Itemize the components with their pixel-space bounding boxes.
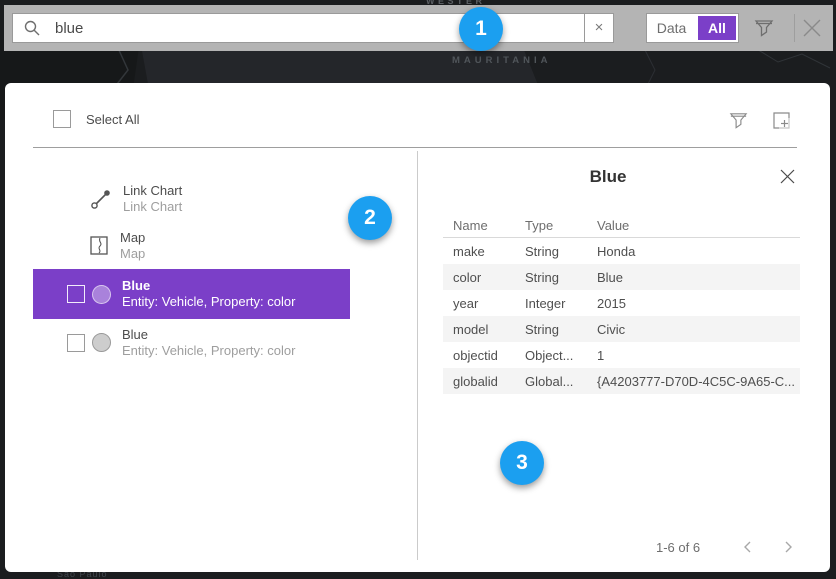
- header-divider: [33, 147, 797, 148]
- item-title: Link Chart: [123, 183, 182, 199]
- link-chart-icon: [90, 188, 112, 210]
- annotation-badge-1: 1: [459, 7, 503, 51]
- table-row: colorStringBlue: [443, 264, 800, 290]
- cell-type: String: [515, 322, 587, 337]
- column-header-value: Value: [587, 218, 800, 233]
- item-title: Blue: [122, 327, 295, 343]
- details-title: Blue: [418, 167, 798, 187]
- toolbar-divider: [794, 14, 795, 42]
- cell-name: year: [443, 296, 515, 311]
- table-row: globalidGlobal...{A4203777-D70D-4C5C-9A6…: [443, 368, 800, 394]
- cell-value: Blue: [587, 270, 800, 285]
- results-filter-icon[interactable]: [728, 110, 749, 131]
- list-item-blue-2[interactable]: BlueEntity: Vehicle, Property: color: [33, 269, 350, 319]
- cell-type: String: [515, 270, 587, 285]
- cell-value: 1: [587, 348, 800, 363]
- close-details-icon[interactable]: [777, 168, 797, 188]
- entity-circle-icon: [92, 285, 111, 304]
- cell-value: Honda: [587, 244, 800, 259]
- add-selection-icon[interactable]: [771, 110, 793, 132]
- cell-name: objectid: [443, 348, 515, 363]
- list-item-map-1[interactable]: MapMap: [33, 222, 353, 269]
- search-toolbar: × Data All: [4, 5, 833, 51]
- table-row: makeStringHonda: [443, 238, 800, 264]
- cell-value: {A4203777-D70D-4C5C-9A65-C...: [587, 374, 800, 389]
- item-subtitle: Map: [120, 246, 145, 262]
- item-title: Map: [120, 230, 145, 246]
- list-details-divider: [417, 151, 418, 560]
- column-header-type: Type: [515, 218, 587, 233]
- select-all-checkbox[interactable]: [53, 110, 71, 128]
- cell-name: model: [443, 322, 515, 337]
- cell-value: 2015: [587, 296, 800, 311]
- map-label-mauritania: MAURITANIA: [452, 55, 551, 66]
- cell-name: make: [443, 244, 515, 259]
- search-input[interactable]: [55, 15, 584, 41]
- results-list: Link ChartLink ChartMapMapBlueEntity: Ve…: [33, 175, 353, 366]
- item-checkbox[interactable]: [67, 285, 85, 303]
- toggle-option-data[interactable]: Data: [647, 14, 696, 42]
- close-search-icon[interactable]: [799, 15, 825, 41]
- filter-icon[interactable]: [753, 17, 775, 39]
- cell-type: Integer: [515, 296, 587, 311]
- table-header: Name Type Value: [443, 213, 800, 238]
- list-item-blue-3[interactable]: BlueEntity: Vehicle, Property: color: [33, 319, 353, 366]
- column-header-name: Name: [443, 218, 515, 233]
- chevron-left-icon[interactable]: [738, 538, 758, 558]
- cell-value: Civic: [587, 322, 800, 337]
- table-row: modelStringCivic: [443, 316, 800, 342]
- screen: WESTER MAURITANIA São Paulo × Data All: [0, 0, 836, 579]
- entity-circle-icon: [92, 333, 111, 352]
- cell-type: String: [515, 244, 587, 259]
- item-checkbox[interactable]: [67, 334, 85, 352]
- item-subtitle: Link Chart: [123, 199, 182, 215]
- select-all-label: Select All: [86, 112, 139, 127]
- properties-table: Name Type Value makeStringHondacolorStri…: [443, 213, 800, 394]
- table-row: yearInteger2015: [443, 290, 800, 316]
- pagination: 1-6 of 6: [418, 538, 813, 558]
- list-item-link-chart-0[interactable]: Link ChartLink Chart: [33, 175, 353, 222]
- cell-type: Object...: [515, 348, 587, 363]
- item-title: Blue: [122, 278, 295, 294]
- map-icon: [90, 235, 109, 256]
- cell-type: Global...: [515, 374, 587, 389]
- annotation-badge-3: 3: [500, 441, 544, 485]
- item-subtitle: Entity: Vehicle, Property: color: [122, 343, 295, 359]
- table-row: objectidObject...1: [443, 342, 800, 368]
- cell-name: globalid: [443, 374, 515, 389]
- chevron-right-icon[interactable]: [778, 538, 798, 558]
- item-subtitle: Entity: Vehicle, Property: color: [122, 294, 295, 310]
- search-icon: [24, 20, 40, 36]
- data-all-toggle: Data All: [646, 13, 739, 43]
- cell-name: color: [443, 270, 515, 285]
- pagination-label: 1-6 of 6: [656, 540, 700, 555]
- clear-search-icon[interactable]: ×: [584, 13, 614, 43]
- toggle-option-all[interactable]: All: [698, 16, 736, 40]
- search-results-panel: Select All Link ChartLink ChartMapMapBlu…: [5, 83, 830, 572]
- annotation-badge-2: 2: [348, 196, 392, 240]
